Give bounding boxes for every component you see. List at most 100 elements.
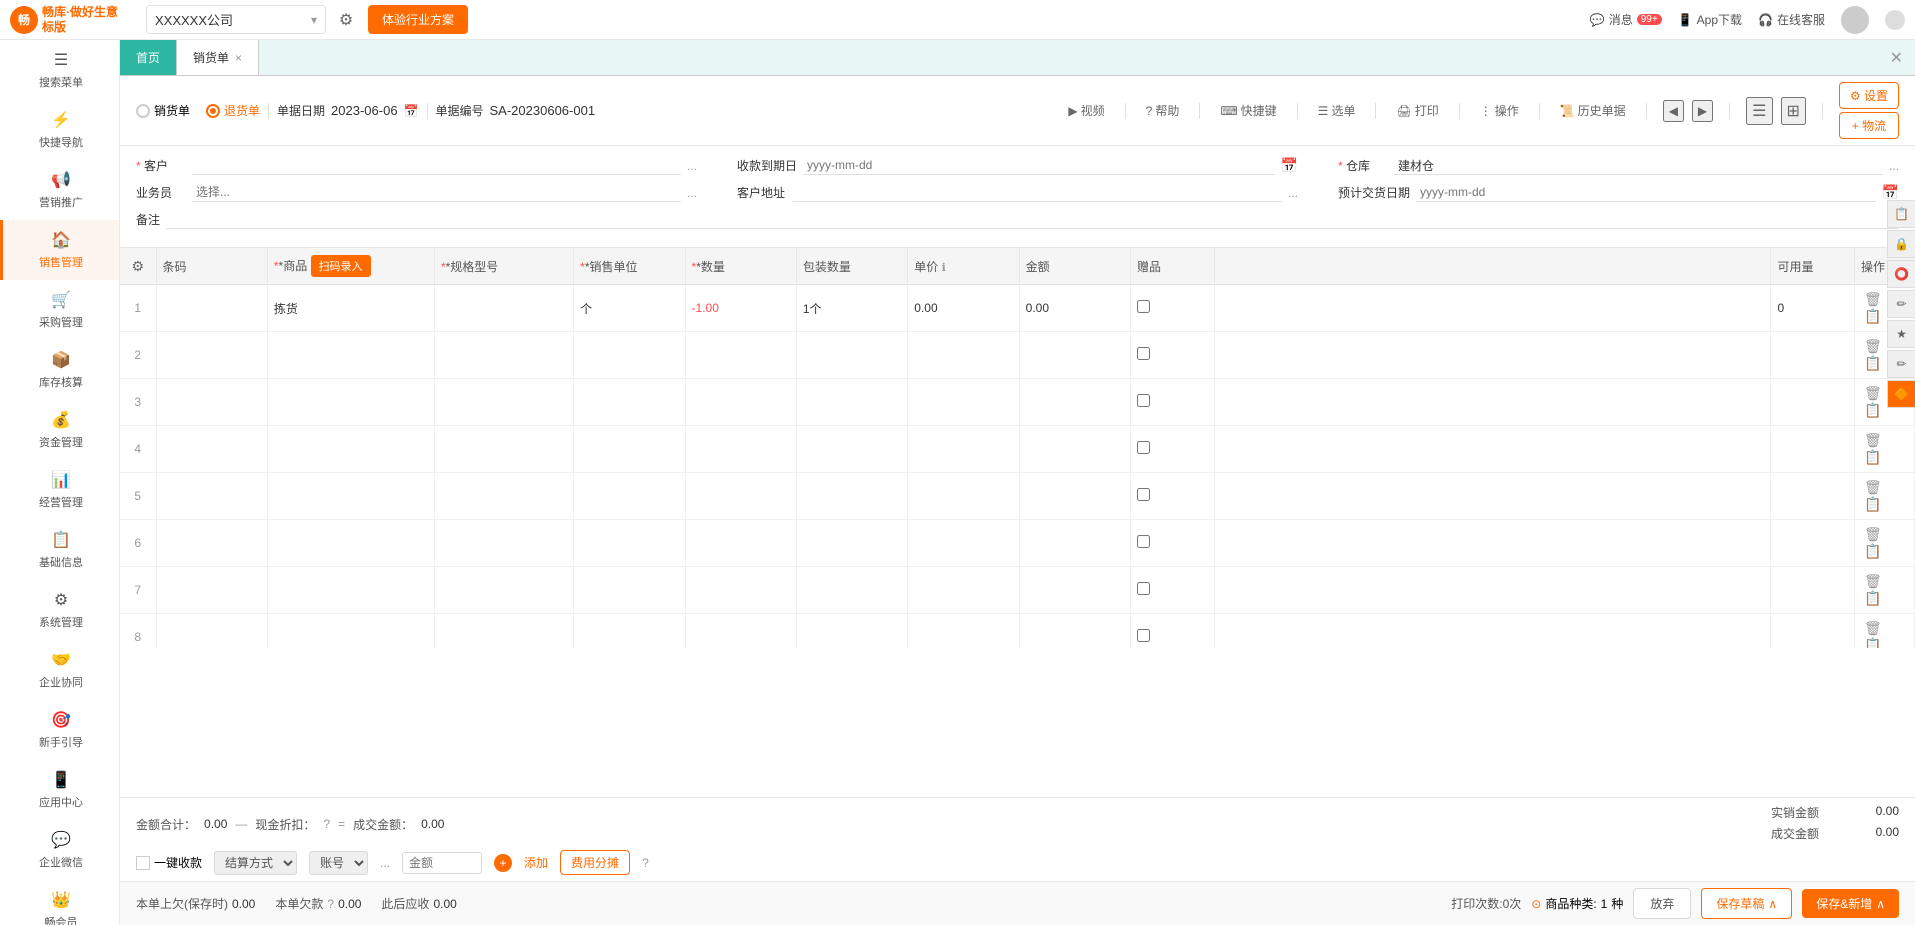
- nav-next-btn[interactable]: ▶: [1692, 100, 1713, 122]
- bank-account-select[interactable]: 账号: [309, 851, 368, 875]
- nav-prev-btn[interactable]: ◀: [1663, 100, 1684, 122]
- column-settings-btn[interactable]: ⚙: [131, 258, 144, 275]
- tab-sales-order[interactable]: 销货单 ×: [177, 40, 259, 75]
- help-btn[interactable]: ? 帮助: [1142, 100, 1184, 121]
- select-order-btn[interactable]: ☰ 选单: [1314, 100, 1360, 121]
- delete-row-btn[interactable]: 🗑: [1861, 526, 1885, 543]
- list-view-btn[interactable]: ☰: [1746, 97, 1772, 125]
- trial-button[interactable]: 体验行业方案: [368, 5, 468, 34]
- save-draft-btn[interactable]: 保存草稿 ∧: [1701, 888, 1792, 919]
- save-new-btn[interactable]: 保存&新增 ∧: [1802, 889, 1899, 918]
- bank-account-dots[interactable]: ...: [380, 856, 390, 870]
- td-spec[interactable]: [434, 285, 573, 332]
- grid-view-btn[interactable]: ⊞: [1781, 97, 1806, 125]
- copy-row-btn[interactable]: 📋: [1861, 637, 1884, 648]
- td-barcode[interactable]: [156, 285, 267, 332]
- due-date-input[interactable]: [803, 156, 1275, 175]
- copy-row-btn[interactable]: 📋: [1861, 590, 1884, 607]
- sidebar-item-apps[interactable]: 📱 应用中心: [0, 760, 119, 820]
- expense-split-btn[interactable]: 费用分摊: [560, 850, 630, 875]
- delete-row-btn[interactable]: 🗑: [1861, 573, 1885, 590]
- float-btn-4[interactable]: ✏: [1887, 290, 1915, 318]
- user-avatar[interactable]: [1841, 6, 1869, 34]
- td-price[interactable]: 0.00: [908, 285, 1019, 332]
- salesman-input[interactable]: [192, 183, 681, 202]
- td-amount[interactable]: 0.00: [1019, 285, 1130, 332]
- app-download-btn[interactable]: 📱 App下载: [1678, 11, 1742, 28]
- date-value[interactable]: 2023-06-06: [331, 103, 398, 118]
- online-service-btn[interactable]: 🎧 在线客服: [1758, 11, 1825, 28]
- sidebar-item-guide[interactable]: 🎯 新手引导: [0, 700, 119, 760]
- radio-sales-order[interactable]: 销货单: [136, 102, 190, 119]
- td-pack-qty[interactable]: 1个: [796, 285, 907, 332]
- pay-method-select[interactable]: 结算方式: [214, 851, 297, 875]
- logistics-button[interactable]: + 物流: [1839, 112, 1899, 139]
- gift-checkbox[interactable]: [1137, 629, 1150, 642]
- gift-checkbox[interactable]: [1137, 582, 1150, 595]
- company-selector[interactable]: XXXXXX公司 ▾: [146, 5, 326, 34]
- gift-checkbox[interactable]: [1137, 394, 1150, 407]
- sidebar-item-wechat[interactable]: 💬 企业微信: [0, 820, 119, 880]
- gift-checkbox[interactable]: [1137, 441, 1150, 454]
- delete-row-btn[interactable]: 🗑: [1861, 385, 1885, 402]
- calendar-icon[interactable]: 📅: [404, 104, 419, 118]
- calendar-icon[interactable]: 📅: [1281, 157, 1298, 174]
- float-btn-6[interactable]: ✏: [1887, 350, 1915, 378]
- expected-calendar-icon[interactable]: 📅: [1882, 184, 1899, 201]
- one-click-pay-checkbox[interactable]: [136, 856, 150, 870]
- copy-row-btn[interactable]: 📋: [1861, 308, 1884, 325]
- sidebar-item-quick-nav[interactable]: ⚡ 快捷导航: [0, 100, 119, 160]
- gift-checkbox[interactable]: [1137, 347, 1150, 360]
- note-input[interactable]: [166, 210, 1899, 229]
- customer-input[interactable]: [192, 156, 681, 175]
- discard-btn[interactable]: 放弃: [1633, 888, 1691, 919]
- copy-row-btn[interactable]: 📋: [1861, 355, 1884, 372]
- print-btn[interactable]: 🖨 打印: [1392, 100, 1442, 121]
- sidebar-item-enterprise[interactable]: 🤝 企业协同: [0, 640, 119, 700]
- sidebar-item-purchase[interactable]: 🛒 采购管理: [0, 280, 119, 340]
- history-btn[interactable]: 📜 历史单据: [1556, 100, 1630, 121]
- float-btn-5[interactable]: ★: [1887, 320, 1915, 348]
- window-close-btn[interactable]: ✕: [1878, 48, 1915, 68]
- delete-row-btn[interactable]: 🗑: [1861, 479, 1885, 496]
- sidebar-item-search[interactable]: ☰ 搜索菜单: [0, 40, 119, 100]
- expense-help-icon[interactable]: ?: [642, 856, 649, 870]
- sidebar-item-basic[interactable]: 📋 基础信息: [0, 520, 119, 580]
- delete-row-btn[interactable]: 🗑: [1861, 338, 1885, 355]
- sidebar-item-business[interactable]: 📊 经营管理: [0, 460, 119, 520]
- copy-row-btn[interactable]: 📋: [1861, 402, 1884, 419]
- payment-amount-input[interactable]: [402, 852, 482, 874]
- expected-delivery-input[interactable]: [1416, 183, 1876, 202]
- td-gift[interactable]: [1131, 285, 1215, 332]
- ops-btn[interactable]: ⋮ 操作: [1476, 100, 1523, 121]
- price-info-icon[interactable]: ℹ: [942, 262, 946, 274]
- delete-row-btn[interactable]: 🗑: [1861, 291, 1885, 308]
- sidebar-item-inventory[interactable]: 📦 库存核算: [0, 340, 119, 400]
- delete-row-btn[interactable]: 🗑: [1861, 432, 1885, 449]
- copy-row-btn[interactable]: 📋: [1861, 449, 1884, 466]
- salesman-dots[interactable]: ...: [687, 186, 697, 200]
- sidebar-item-marketing[interactable]: 📢 营销推广: [0, 160, 119, 220]
- tab-home[interactable]: 首页: [120, 40, 177, 75]
- sidebar-item-members[interactable]: 👑 畅会员: [0, 880, 119, 925]
- settings-icon-btn[interactable]: ⚙: [332, 6, 360, 34]
- cash-discount-help[interactable]: ?: [323, 817, 330, 831]
- sidebar-item-finance[interactable]: 💰 资金管理: [0, 400, 119, 460]
- message-btn[interactable]: 💬 消息 99+: [1590, 11, 1662, 28]
- customer-addr-input[interactable]: [793, 183, 1282, 202]
- td-unit[interactable]: 个: [574, 285, 685, 332]
- radio-return-order[interactable]: 退货单: [206, 102, 260, 119]
- goods-type-checkbox-icon[interactable]: ⊙: [1531, 897, 1541, 911]
- td-product[interactable]: 拣货: [267, 285, 434, 332]
- gift-checkbox[interactable]: [1137, 488, 1150, 501]
- float-btn-1[interactable]: 📋: [1887, 200, 1915, 228]
- sidebar-item-system[interactable]: ⚙ 系统管理: [0, 580, 119, 640]
- gift-checkbox[interactable]: [1137, 300, 1150, 313]
- tab-close-icon[interactable]: ×: [235, 51, 242, 65]
- doc-number-value[interactable]: SA-20230606-001: [490, 103, 596, 118]
- warehouse-input[interactable]: [1394, 156, 1883, 175]
- copy-row-btn[interactable]: 📋: [1861, 543, 1884, 560]
- float-btn-2[interactable]: 🔒: [1887, 230, 1915, 258]
- td-qty[interactable]: -1.00: [685, 285, 796, 332]
- shortcut-btn[interactable]: ⌨ 快捷键: [1216, 100, 1280, 121]
